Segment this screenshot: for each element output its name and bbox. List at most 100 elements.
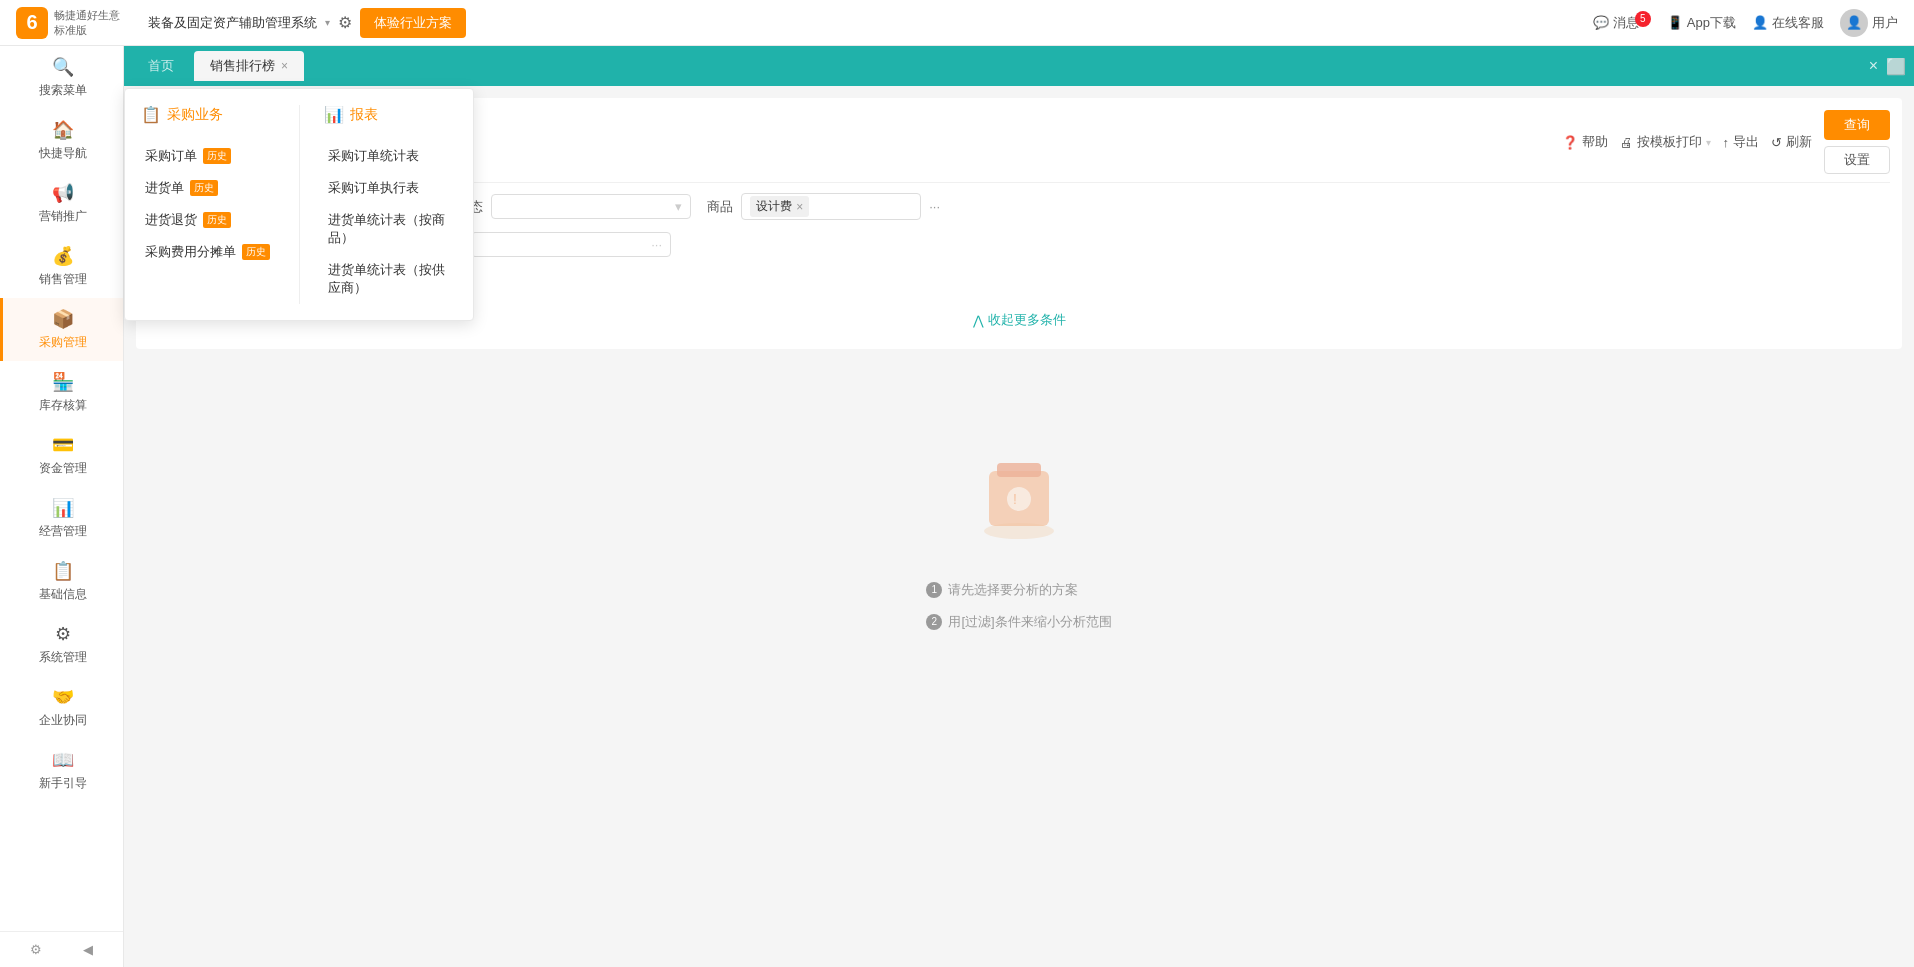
service-icon: 👤 bbox=[1752, 15, 1768, 30]
menu-item-purchase-order-label: 采购订单 bbox=[145, 147, 197, 165]
goods-tag-label: 设计费 bbox=[756, 198, 792, 215]
sidebar-label-basic-info: 基础信息 bbox=[39, 586, 87, 603]
basic-info-icon: 📋 bbox=[52, 560, 74, 582]
sidebar-item-search[interactable]: 🔍 搜索菜单 bbox=[0, 46, 123, 109]
salesman-dots[interactable]: ··· bbox=[651, 237, 662, 252]
sidebar-label-sales: 销售管理 bbox=[39, 271, 87, 288]
refresh-action[interactable]: ↺ 刷新 bbox=[1771, 133, 1812, 151]
print-action[interactable]: 🖨 按模板打印 ▾ bbox=[1620, 133, 1711, 151]
export-action[interactable]: ↑ 导出 bbox=[1723, 133, 1760, 151]
purchase-return-tag: 历史 bbox=[203, 212, 231, 228]
menu-col-report: 📊 报表 采购订单统计表 采购订单执行表 进货单统计表（按商品） 进货单统计表（… bbox=[324, 105, 458, 304]
app-download-label: App下载 bbox=[1687, 14, 1736, 32]
empty-tip-1: 请先选择要分析的方案 bbox=[948, 577, 1078, 603]
salesman-select[interactable]: ··· bbox=[471, 232, 671, 257]
topbar-settings-icon[interactable]: ⚙ bbox=[338, 13, 352, 32]
menu-item-in-stat-goods-label: 进货单统计表（按商品） bbox=[328, 211, 454, 247]
empty-tip-row-2: 2 用[过滤]条件来缩小分析范围 bbox=[926, 609, 1111, 635]
sidebar-item-system[interactable]: ⚙ 系统管理 bbox=[0, 613, 123, 676]
empty-state: ! 1 请先选择要分析的方案 2 用[过滤]条件来缩小分析范围 bbox=[136, 361, 1902, 715]
sidebar-item-finance[interactable]: 💳 资金管理 bbox=[0, 424, 123, 487]
goods-tag: 设计费 × bbox=[750, 196, 809, 217]
collapse-up-icon: ⋀ bbox=[973, 313, 984, 328]
menu-item-purchase-expense[interactable]: 采购费用分摊单 历史 bbox=[141, 236, 275, 268]
sidebar-item-operations[interactable]: 📊 经营管理 bbox=[0, 487, 123, 550]
industry-btn[interactable]: 体验行业方案 bbox=[360, 8, 466, 38]
sidebar-item-basic-info[interactable]: 📋 基础信息 bbox=[0, 550, 123, 613]
system-icon: ⚙ bbox=[55, 623, 71, 645]
user-action[interactable]: 👤 用户 bbox=[1840, 9, 1898, 37]
collapse-label: 收起更多条件 bbox=[988, 311, 1066, 329]
online-service-label: 在线客服 bbox=[1772, 14, 1824, 32]
print-dropdown-icon[interactable]: ▾ bbox=[1706, 137, 1711, 148]
sidebar-label-quick-nav: 快捷导航 bbox=[39, 145, 87, 162]
sidebar-label-inventory: 库存核算 bbox=[39, 397, 87, 414]
finance-icon: 💳 bbox=[52, 434, 74, 456]
message-icon: 💬 bbox=[1593, 15, 1609, 30]
menu-item-in-stat-goods[interactable]: 进货单统计表（按商品） bbox=[324, 204, 458, 254]
sidebar-item-marketing[interactable]: 📢 营销推广 bbox=[0, 172, 123, 235]
menu-item-purchase-in[interactable]: 进货单 历史 bbox=[141, 172, 275, 204]
user-label: 用户 bbox=[1872, 14, 1898, 32]
empty-tip-row-1: 1 请先选择要分析的方案 bbox=[926, 577, 1111, 603]
sidebar-item-guide[interactable]: 📖 新手引导 bbox=[0, 739, 123, 802]
app-download-action[interactable]: 📱 App下载 bbox=[1667, 14, 1736, 32]
sidebar-item-inventory[interactable]: 🏪 库存核算 bbox=[0, 361, 123, 424]
settings-button[interactable]: 设置 bbox=[1824, 146, 1890, 174]
sidebar-item-quick-nav[interactable]: 🏠 快捷导航 bbox=[0, 109, 123, 172]
dropdown-arrow-icon[interactable]: ▾ bbox=[325, 17, 330, 28]
query-button[interactable]: 查询 bbox=[1824, 110, 1890, 140]
export-icon: ↑ bbox=[1723, 135, 1730, 150]
menu-col-purchase: 📋 采购业务 采购订单 历史 进货单 历史 进货退货 历史 采购费用分摊单 历史 bbox=[141, 105, 275, 304]
tab-home[interactable]: 首页 bbox=[132, 51, 190, 81]
svg-text:!: ! bbox=[1013, 491, 1017, 507]
tab-sales-rank[interactable]: 销售排行榜 × bbox=[194, 51, 304, 81]
sidebar-item-enterprise[interactable]: 🤝 企业协同 bbox=[0, 676, 123, 739]
goods-label: 商品 bbox=[707, 198, 733, 216]
bill-status-dropdown-icon: ▾ bbox=[675, 199, 682, 214]
help-label: 帮助 bbox=[1582, 133, 1608, 151]
purchase-in-tag: 历史 bbox=[190, 180, 218, 196]
help-icon: ❓ bbox=[1562, 135, 1578, 150]
tip-num-2: 2 bbox=[926, 614, 942, 630]
export-label: 导出 bbox=[1733, 133, 1759, 151]
search-icon: 🔍 bbox=[52, 56, 74, 78]
sidebar-item-purchase[interactable]: 📦 采购管理 bbox=[0, 298, 123, 361]
sidebar-item-sales[interactable]: 💰 销售管理 bbox=[0, 235, 123, 298]
message-action[interactable]: 💬 消息 5 bbox=[1593, 14, 1651, 32]
print-label: 按模板打印 bbox=[1637, 133, 1702, 151]
tab-home-label: 首页 bbox=[148, 58, 174, 73]
goods-tag-close[interactable]: × bbox=[796, 200, 803, 214]
menu-item-purchase-expense-label: 采购费用分摊单 bbox=[145, 243, 236, 261]
sidebar-settings-icon[interactable]: ⚙ bbox=[30, 942, 42, 957]
menu-item-order-stat[interactable]: 采购订单统计表 bbox=[324, 140, 458, 172]
sidebar-label-system: 系统管理 bbox=[39, 649, 87, 666]
menu-item-purchase-return[interactable]: 进货退货 历史 bbox=[141, 204, 275, 236]
tip-num-1: 1 bbox=[926, 582, 942, 598]
empty-icon: ! bbox=[959, 441, 1079, 561]
home-icon: 🏠 bbox=[52, 119, 74, 141]
menu-item-in-stat-supplier[interactable]: 进货单统计表（按供应商） bbox=[324, 254, 458, 304]
online-service-action[interactable]: 👤 在线客服 bbox=[1752, 14, 1824, 32]
tab-minimize-icon[interactable]: × bbox=[1869, 57, 1878, 76]
sidebar-bottom: ⚙ ◀ bbox=[0, 931, 123, 967]
help-action[interactable]: ❓ 帮助 bbox=[1562, 133, 1608, 151]
system-name: 装备及固定资产辅助管理系统 bbox=[148, 14, 317, 32]
tab-close-icon[interactable]: × bbox=[281, 59, 288, 73]
menu-item-purchase-order[interactable]: 采购订单 历史 bbox=[141, 140, 275, 172]
goods-input-area[interactable]: 设计费 × bbox=[741, 193, 921, 220]
system-title: 装备及固定资产辅助管理系统 ▾ ⚙ 体验行业方案 bbox=[148, 8, 1581, 38]
tabs-bar: 首页 销售排行榜 × × ⬜ bbox=[124, 46, 1914, 86]
menu-item-order-exec[interactable]: 采购订单执行表 bbox=[324, 172, 458, 204]
goods-more-icon[interactable]: ··· bbox=[929, 199, 940, 214]
avatar: 👤 bbox=[1840, 9, 1868, 37]
svg-rect-2 bbox=[997, 463, 1041, 477]
bill-status-select[interactable]: ▾ bbox=[491, 194, 691, 219]
enterprise-icon: 🤝 bbox=[52, 686, 74, 708]
logo-text: 畅捷通好生意 标准版 bbox=[54, 8, 120, 37]
sidebar-label-marketing: 营销推广 bbox=[39, 208, 87, 225]
sidebar-collapse-icon[interactable]: ◀ bbox=[83, 942, 93, 957]
tab-maximize-icon[interactable]: ⬜ bbox=[1886, 57, 1906, 76]
menu-col-purchase-title: 📋 采购业务 bbox=[141, 105, 275, 128]
logo-icon: 6 bbox=[16, 7, 48, 39]
